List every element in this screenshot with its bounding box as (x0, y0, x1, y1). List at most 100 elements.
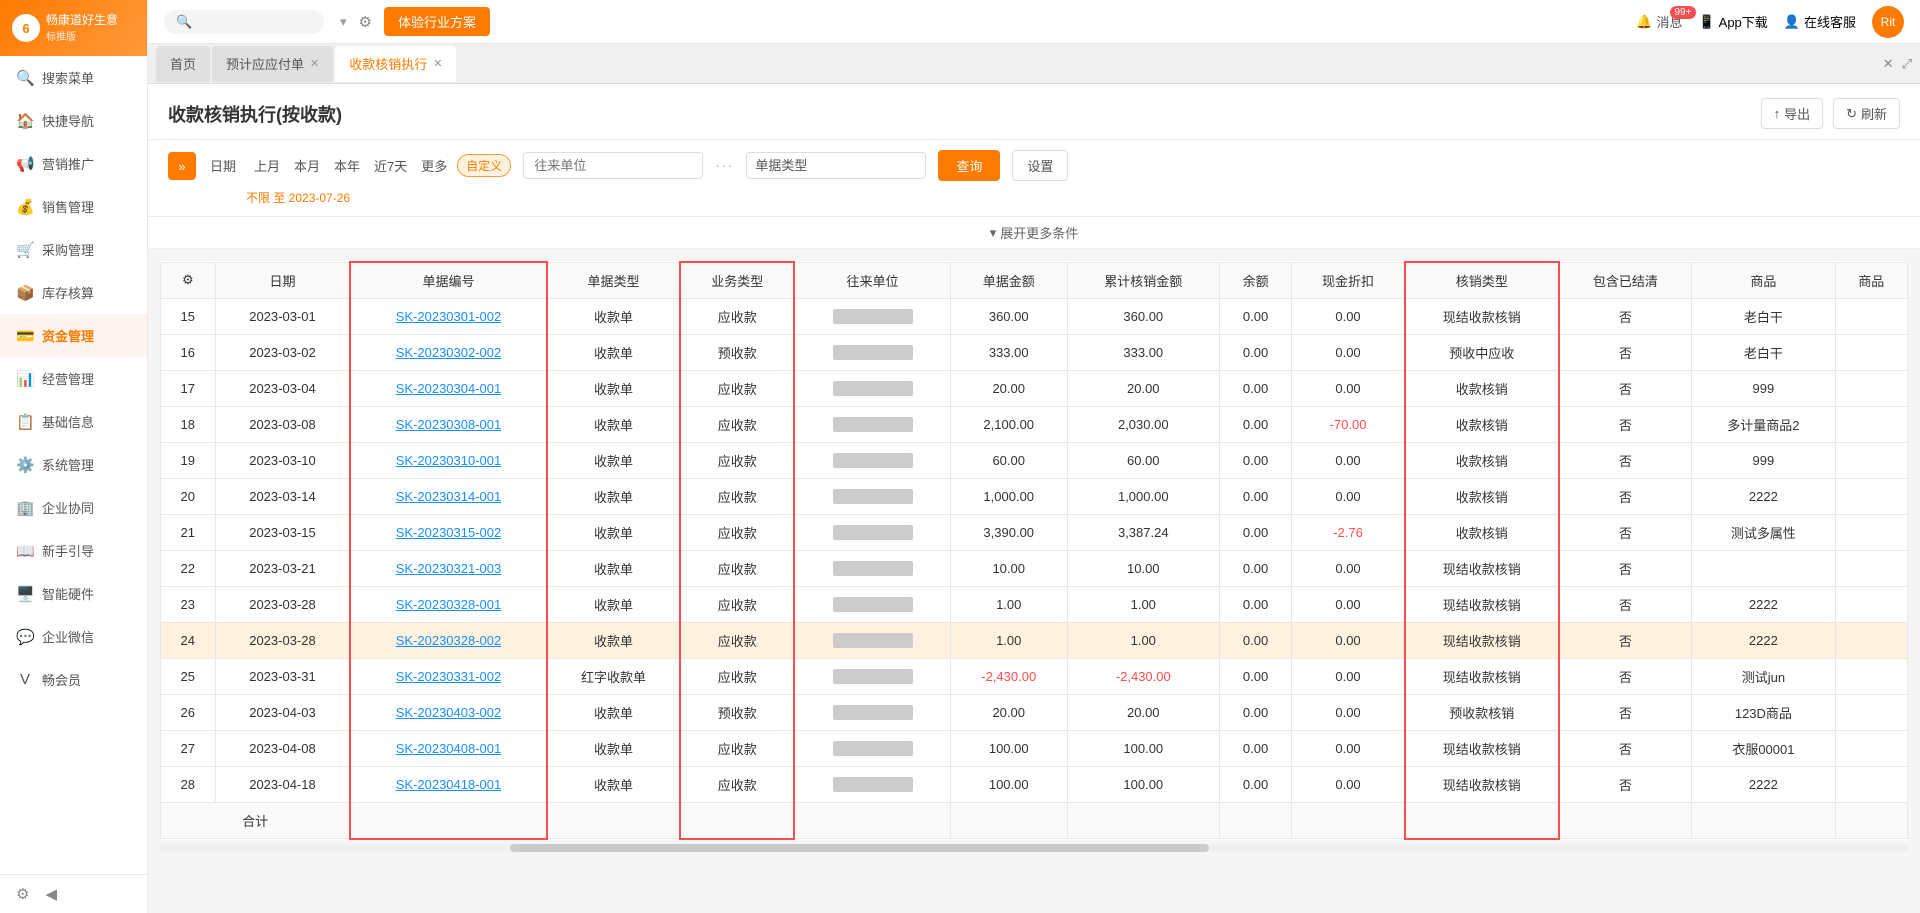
sidebar-item-enterprise[interactable]: 🏢 企业协同 (0, 486, 147, 529)
cell-bill-no[interactable]: SK-20230321-003 (350, 551, 546, 587)
bill-no-link[interactable]: SK-20230302-002 (396, 345, 502, 360)
date-opt-this-month[interactable]: 本月 (290, 154, 324, 177)
table-row[interactable]: 22 2023-03-21 SK-20230321-003 收款单 应收款 ██… (161, 551, 1908, 587)
avatar[interactable]: Rit (1872, 6, 1904, 38)
message-button[interactable]: 🔔 消息 99+ (1636, 12, 1682, 31)
settings-bottom-icon[interactable]: ⚙ (16, 885, 29, 903)
sidebar-item-member[interactable]: V 畅会员 (0, 658, 147, 701)
tab-receivable[interactable]: 预计应应付单 ✕ (212, 46, 333, 82)
cell-balance: 0.00 (1219, 407, 1291, 443)
cell-discount: 0.00 (1292, 767, 1405, 803)
date-opt-7days[interactable]: 近7天 (370, 154, 411, 177)
bill-no-link[interactable]: SK-20230418-001 (396, 777, 502, 792)
sidebar-item-purchase[interactable]: 🛒 采购管理 (0, 228, 147, 271)
sidebar-item-quick-nav[interactable]: 🏠 快捷导航 (0, 99, 147, 142)
data-table: ⚙ 日期 单据编号 单据类型 业务类型 往来单位 单据金额 累计核销金额 余额 … (160, 261, 1908, 840)
cell-bill-no[interactable]: SK-20230302-002 (350, 335, 546, 371)
cell-bill-no[interactable]: SK-20230328-001 (350, 587, 546, 623)
cell-bill-no[interactable]: SK-20230315-002 (350, 515, 546, 551)
table-row[interactable]: 18 2023-03-08 SK-20230308-001 收款单 应收款 ██… (161, 407, 1908, 443)
cell-bill-no[interactable]: SK-20230308-001 (350, 407, 546, 443)
date-opt-last-month[interactable]: 上月 (250, 154, 284, 177)
bill-no-link[interactable]: SK-20230408-001 (396, 741, 502, 756)
th-settings[interactable]: ⚙ (161, 262, 216, 299)
tab-home[interactable]: 首页 (156, 46, 210, 82)
sidebar-item-search[interactable]: 🔍 搜索菜单 (0, 56, 147, 99)
date-custom-button[interactable]: 自定义 (457, 154, 511, 177)
sidebar-item-system[interactable]: ⚙️ 系统管理 (0, 443, 147, 486)
filter-toggle-button[interactable]: » (168, 152, 196, 180)
bill-no-link[interactable]: SK-20230328-001 (396, 597, 502, 612)
bill-type-select[interactable]: 单据类型 (746, 152, 926, 179)
cell-bill-no[interactable]: SK-20230310-001 (350, 443, 546, 479)
bill-no-link[interactable]: SK-20230328-002 (396, 633, 502, 648)
footer-balance (1219, 803, 1291, 839)
table-row[interactable]: 26 2023-04-03 SK-20230403-002 收款单 预收款 ██… (161, 695, 1908, 731)
finance-icon: 💳 (16, 327, 34, 345)
app-download-button[interactable]: 📱 App下载 (1698, 12, 1767, 31)
sidebar-item-hardware[interactable]: 🖥️ 智能硬件 (0, 572, 147, 615)
scrollbar-thumb[interactable] (510, 844, 1209, 852)
date-opt-this-year[interactable]: 本年 (330, 154, 364, 177)
sidebar-item-basic-info[interactable]: 📋 基础信息 (0, 400, 147, 443)
query-button[interactable]: 查询 (938, 150, 1000, 181)
sidebar-item-operations[interactable]: 📊 经营管理 (0, 357, 147, 400)
bill-no-link[interactable]: SK-20230321-003 (396, 561, 502, 576)
bill-no-link[interactable]: SK-20230310-001 (396, 453, 502, 468)
tab-receipt-exec[interactable]: 收款核销执行 ✕ (335, 46, 456, 82)
cell-bill-no[interactable]: SK-20230331-002 (350, 659, 546, 695)
table-row[interactable]: 27 2023-04-08 SK-20230408-001 收款单 应收款 ██… (161, 731, 1908, 767)
bill-no-link[interactable]: SK-20230315-002 (396, 525, 502, 540)
cell-bill-no[interactable]: SK-20230403-002 (350, 695, 546, 731)
refresh-button[interactable]: ↻ 刷新 (1833, 98, 1900, 129)
collapse-icon[interactable]: ◀ (45, 885, 57, 903)
table-row[interactable]: 20 2023-03-14 SK-20230314-001 收款单 应收款 ██… (161, 479, 1908, 515)
table-row[interactable]: 24 2023-03-28 SK-20230328-002 收款单 应收款 ██… (161, 623, 1908, 659)
tab-close-icon[interactable]: ✕ (310, 57, 319, 70)
gear-icon[interactable]: ⚙ (359, 13, 372, 31)
date-opt-more[interactable]: 更多 (417, 154, 451, 177)
sidebar-item-marketing[interactable]: 📢 营销推广 (0, 142, 147, 185)
sidebar-item-guide[interactable]: 📖 新手引导 (0, 529, 147, 572)
table-row[interactable]: 16 2023-03-02 SK-20230302-002 收款单 预收款 ██… (161, 335, 1908, 371)
bill-no-link[interactable]: SK-20230314-001 (396, 489, 502, 504)
online-service-button[interactable]: 👤 在线客服 (1784, 12, 1856, 31)
cell-goods1: 测试多属性 (1692, 515, 1835, 551)
table-row[interactable]: 23 2023-03-28 SK-20230328-001 收款单 应收款 ██… (161, 587, 1908, 623)
bill-no-link[interactable]: SK-20230301-002 (396, 309, 502, 324)
bill-no-link[interactable]: SK-20230304-001 (396, 381, 502, 396)
settings-button[interactable]: 设置 (1012, 150, 1068, 181)
sidebar-item-sales[interactable]: 💰 销售管理 (0, 185, 147, 228)
cell-num: 16 (161, 335, 216, 371)
bill-no-link[interactable]: SK-20230403-002 (396, 705, 502, 720)
table-row[interactable]: 21 2023-03-15 SK-20230315-002 收款单 应收款 ██… (161, 515, 1908, 551)
expand-tab-icon[interactable]: ⤢ (1902, 56, 1912, 72)
th-discount: 现金折扣 (1292, 262, 1405, 299)
close-tab-icon[interactable]: ✕ (1883, 56, 1894, 72)
chevron-down-icon[interactable]: ▾ (340, 14, 347, 30)
sidebar-item-wechat[interactable]: 💬 企业微信 (0, 615, 147, 658)
search-box[interactable]: 🔍 (164, 10, 324, 34)
cell-bill-no[interactable]: SK-20230328-002 (350, 623, 546, 659)
cell-bill-no[interactable]: SK-20230301-002 (350, 299, 546, 335)
partner-input[interactable] (523, 152, 703, 179)
cell-bill-no[interactable]: SK-20230314-001 (350, 479, 546, 515)
sidebar-item-finance[interactable]: 💳 资金管理 (0, 314, 147, 357)
tab-close-icon[interactable]: ✕ (433, 57, 442, 70)
table-row[interactable]: 25 2023-03-31 SK-20230331-002 红字收款单 应收款 … (161, 659, 1908, 695)
table-row[interactable]: 28 2023-04-18 SK-20230418-001 收款单 应收款 ██… (161, 767, 1908, 803)
expand-conditions-button[interactable]: ▾ 展开更多条件 (990, 223, 1079, 242)
table-row[interactable]: 17 2023-03-04 SK-20230304-001 收款单 应收款 ██… (161, 371, 1908, 407)
industry-solution-button[interactable]: 体验行业方案 (384, 7, 490, 36)
horizontal-scrollbar[interactable] (160, 844, 1908, 852)
cell-bill-no[interactable]: SK-20230304-001 (350, 371, 546, 407)
cell-biz-type: 应收款 (680, 731, 794, 767)
bill-no-link[interactable]: SK-20230308-001 (396, 417, 502, 432)
cell-bill-no[interactable]: SK-20230418-001 (350, 767, 546, 803)
table-row[interactable]: 15 2023-03-01 SK-20230301-002 收款单 应收款 ██… (161, 299, 1908, 335)
sidebar-item-inventory[interactable]: 📦 库存核算 (0, 271, 147, 314)
cell-bill-no[interactable]: SK-20230408-001 (350, 731, 546, 767)
table-row[interactable]: 19 2023-03-10 SK-20230310-001 收款单 应收款 ██… (161, 443, 1908, 479)
export-button[interactable]: ↑ 导出 (1761, 98, 1824, 129)
bill-no-link[interactable]: SK-20230331-002 (396, 669, 502, 684)
